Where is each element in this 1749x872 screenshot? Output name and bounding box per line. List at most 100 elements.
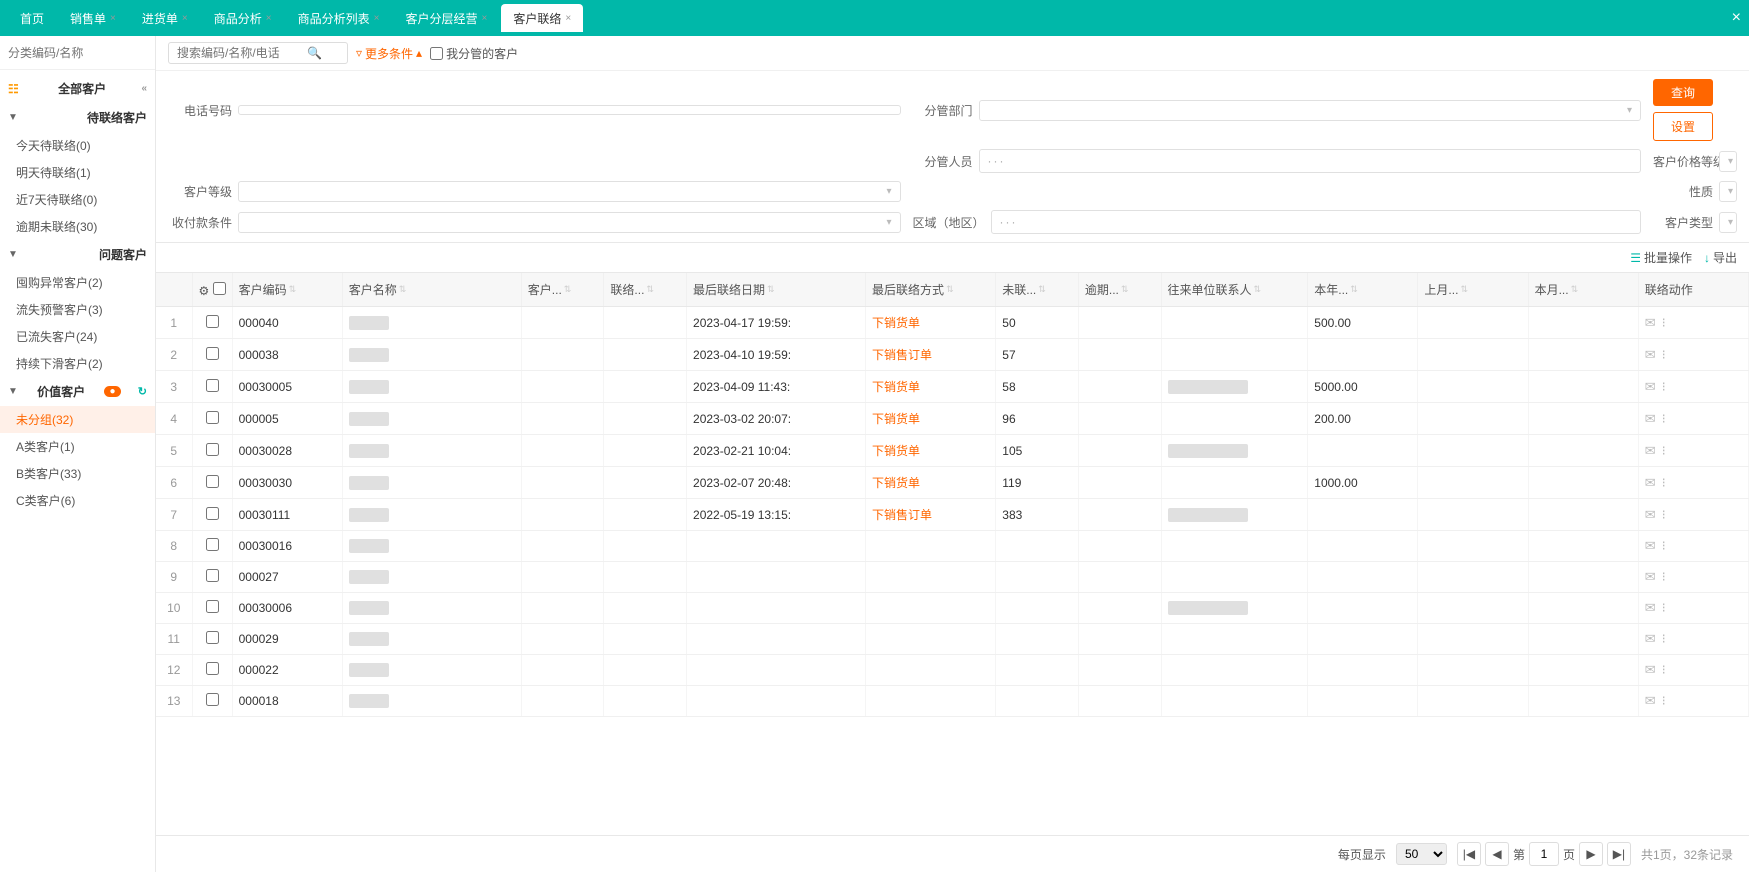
tab-customer-contact[interactable]: 客户联络 × <box>501 4 583 32</box>
tab-customer-contact-close[interactable]: × <box>565 13 571 24</box>
action-chat-icon-12[interactable]: ✉ <box>1645 693 1656 709</box>
last-way-link-5[interactable]: 下销货单 <box>872 476 920 490</box>
my-customers-checkbox[interactable] <box>430 47 443 60</box>
window-close-button[interactable]: × <box>1732 9 1741 27</box>
tab-purchase[interactable]: 进货单 × <box>130 4 200 32</box>
th-overdue[interactable]: 逾期... ⇅ <box>1078 273 1161 307</box>
batch-op-btn[interactable]: ☰ 批量操作 <box>1630 249 1692 266</box>
th-uncontact[interactable]: 未联... ⇅ <box>996 273 1079 307</box>
tab-purchase-close[interactable]: × <box>182 13 188 24</box>
filter-dept-select[interactable]: ▾ <box>979 100 1642 121</box>
problem-group-header[interactable]: ▼ 问题客户 <box>0 240 155 269</box>
page-prev-btn[interactable]: ◀ <box>1485 842 1509 866</box>
my-customers-checkbox-label[interactable]: 我分管的客户 <box>430 45 518 62</box>
tab-product-analysis-close[interactable]: × <box>266 13 272 24</box>
action-chat-icon-7[interactable]: ✉ <box>1645 538 1656 554</box>
action-grid-icon-0[interactable]: ⁝ <box>1662 315 1666 331</box>
action-chat-icon-5[interactable]: ✉ <box>1645 475 1656 491</box>
sidebar-all-customers[interactable]: ☷ 全部客户 « <box>0 74 155 103</box>
select-all-checkbox[interactable] <box>213 282 226 295</box>
per-page-select[interactable]: 50 20 100 <box>1396 843 1447 865</box>
action-grid-icon-3[interactable]: ⁝ <box>1662 411 1666 427</box>
search-input[interactable] <box>177 46 307 60</box>
last-way-link-2[interactable]: 下销货单 <box>872 380 920 394</box>
th-partner[interactable]: 往来单位联系人 ⇅ <box>1161 273 1308 307</box>
sidebar-item-churn-warning[interactable]: 流失预警客户(3) <box>0 296 155 323</box>
sidebar-item-hoarding[interactable]: 囤购异常客户(2) <box>0 269 155 296</box>
sidebar-item-declining[interactable]: 持续下滑客户(2) <box>0 350 155 377</box>
sidebar-item-ungroup[interactable]: 未分组(32) <box>0 406 155 433</box>
action-chat-icon-3[interactable]: ✉ <box>1645 411 1656 427</box>
row-checkbox-3[interactable] <box>206 411 219 424</box>
action-grid-icon-8[interactable]: ⁝ <box>1662 569 1666 585</box>
action-grid-icon-10[interactable]: ⁝ <box>1662 631 1666 647</box>
export-btn[interactable]: ↓ 导出 <box>1704 249 1737 266</box>
action-grid-icon-9[interactable]: ⁝ <box>1662 600 1666 616</box>
th-contact[interactable]: 联络... ⇅ <box>604 273 687 307</box>
sidebar-item-a-class[interactable]: A类客户(1) <box>0 433 155 460</box>
refresh-icon[interactable]: ↻ <box>138 385 147 398</box>
last-way-link-6[interactable]: 下销售订单 <box>872 508 932 522</box>
tab-product-analysis[interactable]: 商品分析 × <box>202 4 284 32</box>
row-checkbox-5[interactable] <box>206 475 219 488</box>
action-grid-icon-2[interactable]: ⁝ <box>1662 379 1666 395</box>
action-chat-icon-8[interactable]: ✉ <box>1645 569 1656 585</box>
th-thisyear[interactable]: 本年... ⇅ <box>1308 273 1418 307</box>
action-chat-icon-2[interactable]: ✉ <box>1645 379 1656 395</box>
action-grid-icon-5[interactable]: ⁝ <box>1662 475 1666 491</box>
action-chat-icon-1[interactable]: ✉ <box>1645 347 1656 363</box>
th-code[interactable]: 客户编码 ⇅ <box>232 273 342 307</box>
settings-icon-th[interactable]: ⚙ <box>199 284 210 298</box>
tab-customer-segment-close[interactable]: × <box>481 13 487 24</box>
sidebar-item-tomorrow[interactable]: 明天待联络(1) <box>0 159 155 186</box>
reset-button[interactable]: 设置 <box>1653 112 1713 141</box>
filter-payment-select[interactable]: ▾ <box>238 212 900 233</box>
row-checkbox-9[interactable] <box>206 600 219 613</box>
th-type[interactable]: 客户... ⇅ <box>521 273 604 307</box>
sidebar-item-7days[interactable]: 近7天待联络(0) <box>0 186 155 213</box>
filter-region-input[interactable]: ··· <box>991 210 1641 234</box>
filter-customer-level-select[interactable]: ▾ <box>238 181 901 202</box>
search-icon[interactable]: 🔍 <box>307 46 322 60</box>
th-last-way[interactable]: 最后联络方式 ⇅ <box>866 273 996 307</box>
row-checkbox-0[interactable] <box>206 315 219 328</box>
row-checkbox-8[interactable] <box>206 569 219 582</box>
search-button[interactable]: 查询 <box>1653 79 1713 106</box>
more-conditions-btn[interactable]: ▿ 更多条件 ▴ <box>356 45 422 62</box>
action-chat-icon-4[interactable]: ✉ <box>1645 443 1656 459</box>
tab-sales-close[interactable]: × <box>110 13 116 24</box>
last-way-link-1[interactable]: 下销售订单 <box>872 348 932 362</box>
row-checkbox-11[interactable] <box>206 662 219 675</box>
filter-price-level-select[interactable]: ▾ <box>1719 151 1737 172</box>
tab-product-list[interactable]: 商品分析列表 × <box>286 4 392 32</box>
row-checkbox-12[interactable] <box>206 693 219 706</box>
last-way-link-3[interactable]: 下销货单 <box>872 412 920 426</box>
page-first-btn[interactable]: |◀ <box>1457 842 1481 866</box>
action-chat-icon-10[interactable]: ✉ <box>1645 631 1656 647</box>
pending-group-header[interactable]: ▼ 待联络客户 <box>0 103 155 132</box>
sidebar-item-overdue[interactable]: 逾期未联络(30) <box>0 213 155 240</box>
action-grid-icon-12[interactable]: ⁝ <box>1662 693 1666 709</box>
action-grid-icon-4[interactable]: ⁝ <box>1662 443 1666 459</box>
page-last-btn[interactable]: ▶| <box>1607 842 1631 866</box>
th-last-date[interactable]: 最后联络日期 ⇅ <box>687 273 866 307</box>
th-name[interactable]: 客户名称 ⇅ <box>342 273 521 307</box>
row-checkbox-10[interactable] <box>206 631 219 644</box>
action-chat-icon-6[interactable]: ✉ <box>1645 507 1656 523</box>
row-checkbox-1[interactable] <box>206 347 219 360</box>
page-next-btn[interactable]: ▶ <box>1579 842 1603 866</box>
tab-sales[interactable]: 销售单 × <box>58 4 128 32</box>
tab-customer-segment[interactable]: 客户分层经营 × <box>393 4 499 32</box>
sidebar-item-b-class[interactable]: B类客户(33) <box>0 460 155 487</box>
filter-nature-select[interactable]: ▾ <box>1719 181 1737 202</box>
row-checkbox-4[interactable] <box>206 443 219 456</box>
row-checkbox-7[interactable] <box>206 538 219 551</box>
action-chat-icon-11[interactable]: ✉ <box>1645 662 1656 678</box>
action-chat-icon-0[interactable]: ✉ <box>1645 315 1656 331</box>
page-input[interactable] <box>1529 842 1559 866</box>
tab-product-list-close[interactable]: × <box>374 13 380 24</box>
tab-home[interactable]: 首页 <box>8 4 56 32</box>
action-chat-icon-9[interactable]: ✉ <box>1645 600 1656 616</box>
value-group-header[interactable]: ▼ 价值客户 ● ↻ <box>0 377 155 406</box>
row-checkbox-6[interactable] <box>206 507 219 520</box>
